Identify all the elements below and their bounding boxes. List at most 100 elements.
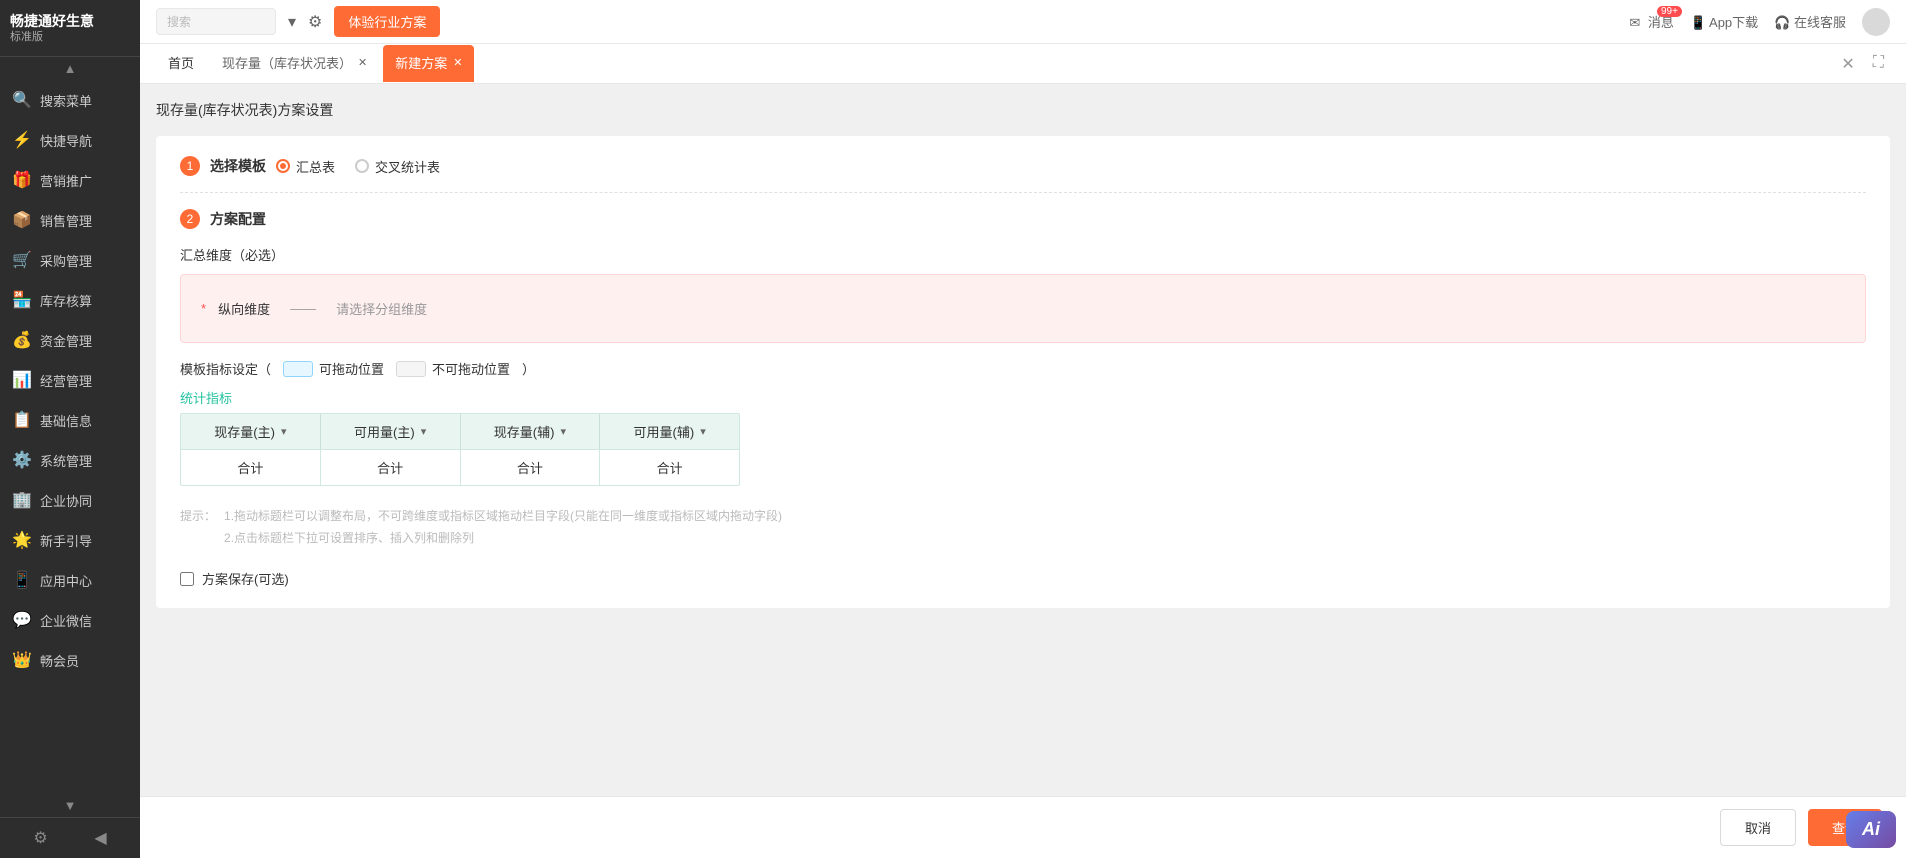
- summary-available-main: 合计: [321, 449, 461, 485]
- col-available-aux-label: 可用量(辅): [634, 422, 695, 441]
- sidebar-scroll-down[interactable]: ▼: [0, 794, 140, 817]
- sidebar-bottom: ⚙ ◀: [0, 817, 140, 858]
- search-placeholder: 搜索: [167, 15, 191, 29]
- radio-cross-circle: [355, 159, 369, 173]
- page-title: 现存量(库存状况表)方案设置: [156, 100, 1890, 120]
- col-current-main-chevron[interactable]: ▾: [281, 425, 287, 438]
- app-version: 标准版: [10, 30, 130, 44]
- wechat-icon: 💬: [12, 610, 32, 630]
- sidebar-item-enterprise[interactable]: 🏢 企业协同: [0, 480, 140, 520]
- statistics-label: 统计指标: [180, 388, 1866, 407]
- col-available-aux-chevron[interactable]: ▾: [700, 425, 706, 438]
- radio-cross[interactable]: 交叉统计表: [355, 157, 440, 176]
- indicator-settings-row: 模板指标设定（ 可拖动位置 不可拖动位置 ）: [180, 359, 1866, 378]
- basic-info-icon: 📋: [12, 410, 32, 430]
- ai-float-button[interactable]: Ai: [1846, 811, 1896, 848]
- app-center-icon: 📱: [12, 570, 32, 590]
- sidebar-scroll-up[interactable]: ▲: [0, 57, 140, 80]
- online-service-button[interactable]: 🎧 在线客服: [1774, 12, 1846, 31]
- non-draggable-legend: 不可拖动位置: [396, 359, 510, 378]
- tip-1: 提示： 1.拖动标题栏可以调整布局，不可跨维度或指标区域拖动栏目字段(只能在同一…: [180, 506, 1866, 528]
- app-logo: 畅捷通好生意 标准版: [0, 0, 140, 57]
- app-download-button[interactable]: 📱 App下载: [1690, 12, 1758, 31]
- message-label: 消息: [1648, 15, 1674, 30]
- dimension-placeholder[interactable]: 请选择分组维度: [336, 299, 427, 318]
- sidebar-item-wechat[interactable]: 💬 企业微信: [0, 600, 140, 640]
- sidebar-item-inventory[interactable]: 🏪 库存核算: [0, 280, 140, 320]
- toggle-sidebar-icon[interactable]: ◀: [94, 828, 106, 848]
- headset-icon: 🎧: [1774, 15, 1790, 30]
- dimension-required-area[interactable]: * 纵向维度 —— 请选择分组维度: [180, 274, 1866, 343]
- tip-2-text: 2.点击标题栏下拉可设置排序、插入列和删除列: [224, 528, 474, 550]
- content-area: 现存量(库存状况表)方案设置 1 选择模板 汇总表 交叉统计表: [140, 84, 1906, 796]
- dimension-arrow: ——: [290, 301, 316, 316]
- finance-icon: 💰: [12, 330, 32, 350]
- tab-inventory-status[interactable]: 现存量（库存状况表） ✕: [210, 45, 379, 82]
- operations-icon: 📊: [12, 370, 32, 390]
- tabs-controls: ✕ ⛶: [1835, 52, 1890, 76]
- avatar[interactable]: [1862, 8, 1890, 36]
- dropdown-icon[interactable]: ▾: [288, 12, 296, 32]
- statistics-table: 现存量(主) ▾ 可用量(主) ▾ 现存量(辅) ▾ 可用量(辅) ▾: [180, 413, 740, 486]
- sidebar-item-search-menu[interactable]: 🔍 搜索菜单: [0, 80, 140, 120]
- col-available-main[interactable]: 可用量(主) ▾: [321, 414, 461, 449]
- sidebar-item-label: 系统管理: [40, 451, 92, 470]
- sidebar-item-sales[interactable]: 📦 销售管理: [0, 200, 140, 240]
- sidebar-item-app-center[interactable]: 📱 应用中心: [0, 560, 140, 600]
- sidebar-item-label: 经营管理: [40, 371, 92, 390]
- cancel-button[interactable]: 取消: [1720, 809, 1796, 846]
- col-current-main[interactable]: 现存量(主) ▾: [181, 414, 321, 449]
- purchase-icon: 🛒: [12, 250, 32, 270]
- gear-icon[interactable]: ⚙: [308, 12, 322, 32]
- sidebar-menu: 🔍 搜索菜单 ⚡ 快捷导航 🎁 营销推广 📦 销售管理 🛒 采购管理 🏪 库存核…: [0, 80, 140, 794]
- close-tab-button[interactable]: ✕: [1835, 52, 1860, 76]
- settings-icon[interactable]: ⚙: [33, 828, 47, 848]
- col-current-aux[interactable]: 现存量(辅) ▾: [461, 414, 601, 449]
- sidebar-item-marketing[interactable]: 🎁 营销推广: [0, 160, 140, 200]
- step2-row: 2 方案配置: [180, 209, 1866, 229]
- radio-summary[interactable]: 汇总表: [276, 157, 335, 176]
- footer-bar: 取消 查询: [140, 796, 1906, 858]
- col-available-main-chevron[interactable]: ▾: [421, 425, 427, 438]
- sidebar-item-label: 采购管理: [40, 251, 92, 270]
- step2-label: 方案配置: [210, 209, 266, 229]
- new-plan-tab-label: 新建方案: [395, 53, 447, 72]
- summary-available-aux: 合计: [600, 449, 739, 485]
- sidebar-item-system[interactable]: ⚙️ 系统管理: [0, 440, 140, 480]
- message-badge: 99+: [1657, 6, 1682, 17]
- sidebar-item-purchase[interactable]: 🛒 采购管理: [0, 240, 140, 280]
- expand-tab-button[interactable]: ⛶: [1867, 52, 1890, 76]
- marketing-icon: 🎁: [12, 170, 32, 190]
- main-area: 搜索 ▾ ⚙ 体验行业方案 ✉ 99+ 消息 📱 App下载 🎧 在线客服: [140, 0, 1906, 858]
- col-available-main-label: 可用量(主): [354, 422, 415, 441]
- sidebar-item-label: 搜索菜单: [40, 91, 92, 110]
- tab-new-plan[interactable]: 新建方案 ✕: [383, 45, 474, 82]
- message-button[interactable]: ✉ 99+ 消息: [1629, 12, 1674, 31]
- template-radio-group: 汇总表 交叉统计表: [276, 157, 440, 176]
- sidebar-item-member[interactable]: 👑 畅会员: [0, 640, 140, 680]
- sidebar-item-quick-nav[interactable]: ⚡ 快捷导航: [0, 120, 140, 160]
- save-checkbox[interactable]: [180, 572, 194, 586]
- tab-home[interactable]: 首页: [156, 45, 206, 82]
- trial-button[interactable]: 体验行业方案: [334, 6, 440, 37]
- col-current-aux-chevron[interactable]: ▾: [560, 425, 566, 438]
- sidebar-item-label: 基础信息: [40, 411, 92, 430]
- stat-table-header: 现存量(主) ▾ 可用量(主) ▾ 现存量(辅) ▾ 可用量(辅) ▾: [181, 414, 739, 449]
- radio-summary-circle: [276, 159, 290, 173]
- close-inventory-status-tab[interactable]: ✕: [358, 56, 367, 69]
- sidebar-item-newbie[interactable]: 🌟 新手引导: [0, 520, 140, 560]
- close-new-plan-tab[interactable]: ✕: [453, 56, 462, 69]
- sidebar-item-basic-info[interactable]: 📋 基础信息: [0, 400, 140, 440]
- header-right: ✉ 99+ 消息 📱 App下载 🎧 在线客服: [1629, 8, 1890, 36]
- indicator-settings-suffix: ）: [522, 359, 535, 378]
- tip-title: 提示：: [180, 506, 216, 528]
- top-header: 搜索 ▾ ⚙ 体验行业方案 ✉ 99+ 消息 📱 App下载 🎧 在线客服: [140, 0, 1906, 44]
- step2-badge: 2: [180, 209, 200, 229]
- sales-icon: 📦: [12, 210, 32, 230]
- sidebar-item-operations[interactable]: 📊 经营管理: [0, 360, 140, 400]
- sidebar: 畅捷通好生意 标准版 ▲ 🔍 搜索菜单 ⚡ 快捷导航 🎁 营销推广 📦 销售管理…: [0, 0, 140, 858]
- sidebar-item-finance[interactable]: 💰 资金管理: [0, 320, 140, 360]
- summary-current-main: 合计: [181, 449, 321, 485]
- col-available-aux[interactable]: 可用量(辅) ▾: [600, 414, 739, 449]
- inventory-icon: 🏪: [12, 290, 32, 310]
